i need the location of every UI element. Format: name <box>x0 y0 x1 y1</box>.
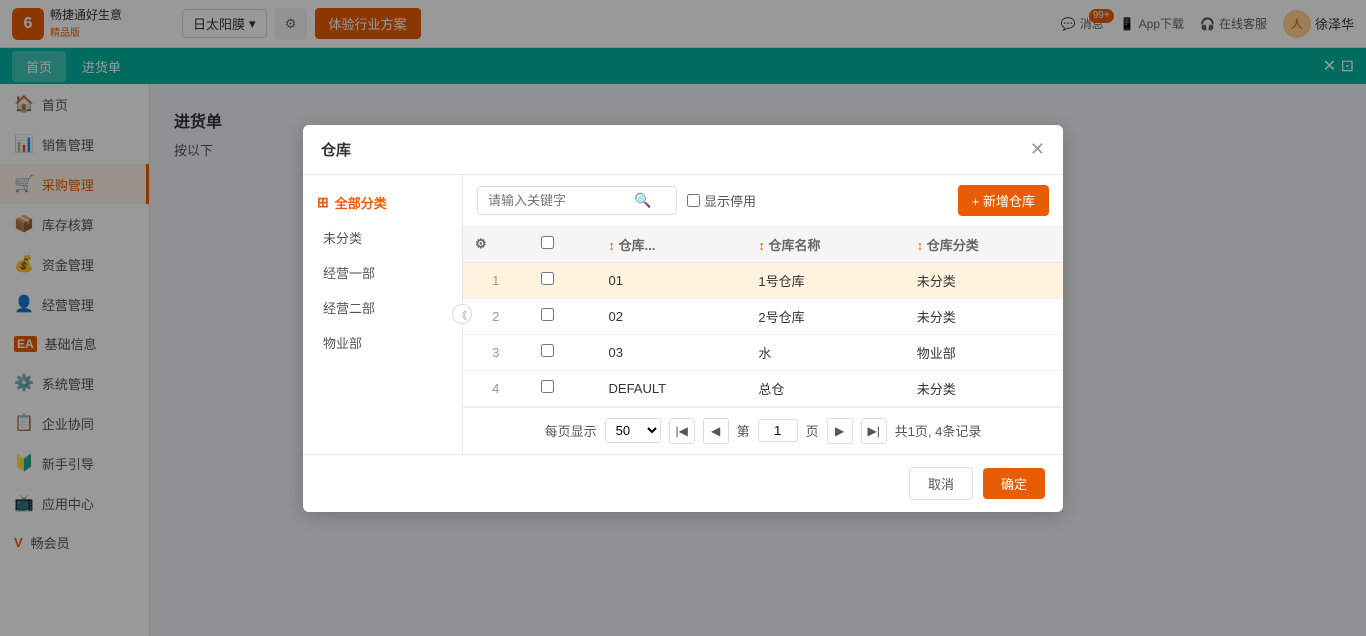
show-disabled-toggle[interactable]: 显示停用 <box>687 191 756 210</box>
col-category: ↕ 仓库分类 <box>905 227 1063 263</box>
col-name: ↕ 仓库名称 <box>746 227 904 263</box>
warehouse-table-wrap: ⚙ ↕ 仓库... ↕ 仓库名称 ↕ 仓库分类 1 01 <box>463 227 1063 407</box>
search-icon: 🔍 <box>634 192 651 209</box>
row-checkbox[interactable] <box>529 262 597 298</box>
row-category: 未分类 <box>905 370 1063 406</box>
col-settings: ⚙ <box>463 227 529 263</box>
pagination: 每页显示 50 100 200 |◀ ◀ 第 页 ▶ ▶| 共1页, 4条记录 <box>463 407 1063 454</box>
search-box: 🔍 <box>477 186 677 215</box>
last-page-button[interactable]: ▶| <box>861 418 887 444</box>
next-page-button[interactable]: ▶ <box>827 418 853 444</box>
add-warehouse-button[interactable]: + 新增仓库 <box>958 185 1049 216</box>
table-toolbar: 🔍 显示停用 + 新增仓库 <box>463 175 1063 227</box>
category-collapse-button[interactable]: 《 <box>452 304 472 324</box>
warehouse-modal: 仓库 ✕ ⊞ 全部分类 未分类 经营一部 经营二部 物业部 《 <box>303 125 1063 512</box>
table-row: 4 DEFAULT 总仓 未分类 <box>463 370 1063 406</box>
per-page-label: 每页显示 <box>545 421 597 440</box>
modal-header: 仓库 ✕ <box>303 125 1063 175</box>
show-disabled-label: 显示停用 <box>704 191 756 210</box>
search-input[interactable] <box>488 193 628 208</box>
row-num: 1 <box>463 262 529 298</box>
row-code: 03 <box>597 334 747 370</box>
modal-close-button[interactable]: ✕ <box>1030 139 1045 160</box>
row-checkbox[interactable] <box>529 298 597 334</box>
table-row: 2 02 2号仓库 未分类 <box>463 298 1063 334</box>
row-code: DEFAULT <box>597 370 747 406</box>
page-input[interactable] <box>758 419 798 442</box>
row-category: 物业部 <box>905 334 1063 370</box>
row-name: 总仓 <box>746 370 904 406</box>
warehouse-table: ⚙ ↕ 仓库... ↕ 仓库名称 ↕ 仓库分类 1 01 <box>463 227 1063 407</box>
select-all-checkbox[interactable] <box>541 236 554 249</box>
category-all-label: 全部分类 <box>335 193 387 212</box>
table-body: 1 01 1号仓库 未分类 2 02 2号仓库 <box>463 262 1063 406</box>
modal-overlay: 仓库 ✕ ⊞ 全部分类 未分类 经营一部 经营二部 物业部 《 <box>0 0 1366 636</box>
table-panel: 🔍 显示停用 + 新增仓库 ⚙ <box>463 175 1063 454</box>
row-code: 02 <box>597 298 747 334</box>
prev-page-button[interactable]: ◀ <box>703 418 729 444</box>
category-all[interactable]: ⊞ 全部分类 <box>303 185 462 220</box>
confirm-button[interactable]: 确定 <box>983 468 1045 499</box>
modal-footer: 取消 确定 <box>303 454 1063 512</box>
col-code: ↕ 仓库... <box>597 227 747 263</box>
table-row: 1 01 1号仓库 未分类 <box>463 262 1063 298</box>
modal-body: ⊞ 全部分类 未分类 经营一部 经营二部 物业部 《 🔍 <box>303 175 1063 454</box>
row-category: 未分类 <box>905 262 1063 298</box>
row-code: 01 <box>597 262 747 298</box>
show-disabled-checkbox[interactable] <box>687 194 700 207</box>
modal-title: 仓库 <box>321 139 351 160</box>
row-num: 4 <box>463 370 529 406</box>
category-item-ops1[interactable]: 经营一部 <box>303 255 462 290</box>
table-head: ⚙ ↕ 仓库... ↕ 仓库名称 ↕ 仓库分类 <box>463 227 1063 263</box>
table-row: 3 03 水 物业部 <box>463 334 1063 370</box>
row-name: 2号仓库 <box>746 298 904 334</box>
grid-icon: ⊞ <box>317 194 329 211</box>
row-category: 未分类 <box>905 298 1063 334</box>
page-label: 第 <box>737 421 750 440</box>
cancel-button[interactable]: 取消 <box>909 467 973 500</box>
row-num: 3 <box>463 334 529 370</box>
col-checkbox <box>529 227 597 263</box>
first-page-button[interactable]: |◀ <box>669 418 695 444</box>
category-item-property[interactable]: 物业部 <box>303 325 462 360</box>
category-panel: ⊞ 全部分类 未分类 经营一部 经营二部 物业部 《 <box>303 175 463 454</box>
row-name: 水 <box>746 334 904 370</box>
page-end-label: 页 <box>806 421 819 440</box>
category-item-ops2[interactable]: 经营二部 <box>303 290 462 325</box>
per-page-select[interactable]: 50 100 200 <box>605 418 661 443</box>
row-name: 1号仓库 <box>746 262 904 298</box>
settings-icon: ⚙ <box>475 236 487 251</box>
category-item-unclassified[interactable]: 未分类 <box>303 220 462 255</box>
row-checkbox[interactable] <box>529 334 597 370</box>
page-summary: 共1页, 4条记录 <box>895 421 982 440</box>
row-num: 2 <box>463 298 529 334</box>
row-checkbox[interactable] <box>529 370 597 406</box>
